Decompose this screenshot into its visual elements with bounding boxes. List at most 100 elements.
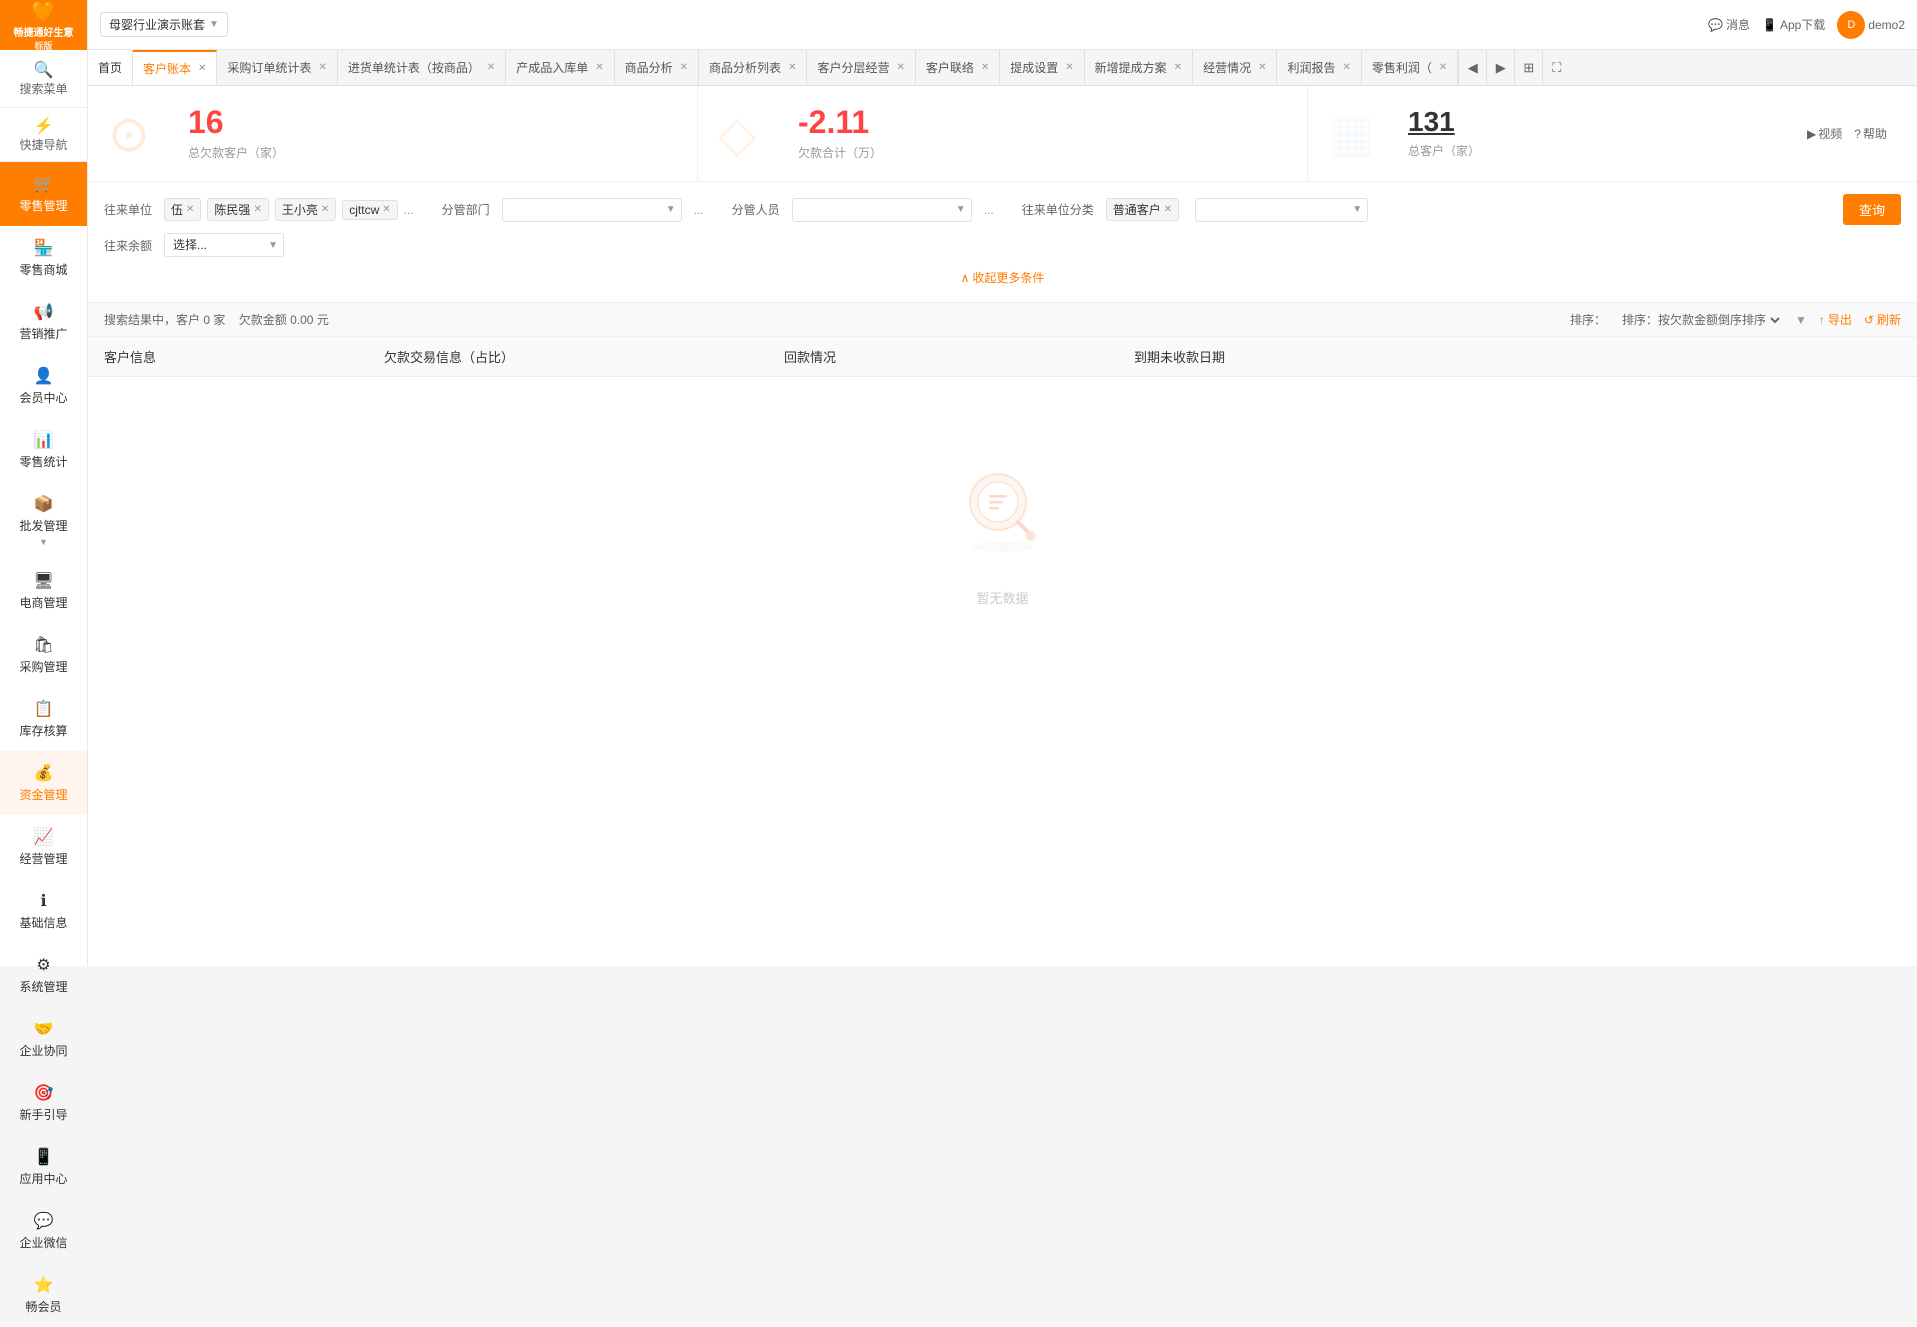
username-label: demo2: [1868, 18, 1905, 32]
tab-promotion-close[interactable]: ✕: [1065, 62, 1073, 73]
sidebar-logo[interactable]: 🧡 畅捷通好生意 标版: [0, 0, 87, 50]
stat-bg-circle-3: ▦: [1328, 105, 1375, 163]
marketing-icon: 📢: [34, 302, 54, 322]
sidebar-item-quick-nav[interactable]: ⚡ 快捷导航: [0, 108, 87, 162]
sidebar-item-basic-info[interactable]: ℹ 基础信息: [0, 879, 87, 943]
stat-total-customers: ▦ 131 总客户（家） ▶ 视频 ? 帮助: [1308, 86, 1917, 181]
tab-home[interactable]: 首页: [88, 50, 133, 86]
dept-input[interactable]: [502, 198, 682, 222]
person-more-btn[interactable]: ...: [984, 203, 994, 217]
unit-tag-wang-remove[interactable]: ✕: [321, 204, 329, 215]
export-icon: ↑: [1819, 313, 1825, 327]
user-avatar-btn[interactable]: D demo2: [1837, 11, 1905, 39]
tab-goods-analysis-close[interactable]: ✕: [680, 62, 688, 73]
sidebar-item-purchase[interactable]: 🛍 采购管理: [0, 623, 87, 687]
sidebar-item-new-user[interactable]: 🎯 新手引导: [0, 1071, 87, 1135]
unit-tag-wu-remove[interactable]: ✕: [186, 204, 194, 215]
tab-profit-close[interactable]: ✕: [1343, 62, 1351, 73]
sidebar-item-enterprise-wechat[interactable]: 💬 企业微信: [0, 1199, 87, 1263]
tab-scroll-left[interactable]: ◀: [1458, 50, 1486, 86]
sidebar-item-app-center[interactable]: 📱 应用中心: [0, 1135, 87, 1199]
tab-goods-list-label: 商品分析列表: [709, 59, 781, 76]
dept-select-wrap: ▼: [502, 198, 682, 222]
search-result-text: 搜索结果中，客户 0 家 欠款金额 0.00 元: [104, 311, 329, 328]
tab-customer-contact[interactable]: 客户联络 ✕: [916, 50, 1000, 86]
app-download-btn[interactable]: 📱 App下载: [1762, 16, 1825, 33]
tab-scroll-right[interactable]: ▶: [1486, 50, 1514, 86]
tab-business-close[interactable]: ✕: [1258, 62, 1266, 73]
unit-type-tag-remove[interactable]: ✕: [1164, 204, 1172, 215]
refresh-btn[interactable]: ↺ 刷新: [1864, 311, 1901, 328]
system-icon: ⚙: [36, 955, 50, 975]
dept-filter-label: 分管部门: [442, 201, 490, 218]
person-input[interactable]: [792, 198, 972, 222]
tab-goods-analysis-list[interactable]: 商品分析列表 ✕: [699, 50, 807, 86]
unit-tag-wu: 伍 ✕: [164, 198, 201, 221]
sidebar-item-retail-stats[interactable]: 📊 零售统计: [0, 418, 87, 482]
dept-more-btn[interactable]: ...: [694, 203, 704, 217]
tab-produce-inbound[interactable]: 产成品入库单 ✕: [506, 50, 614, 86]
collapse-btn[interactable]: ∧ 收起更多条件: [949, 265, 1057, 290]
message-btn[interactable]: 💬 消息: [1708, 16, 1750, 33]
video-btn[interactable]: ▶ 视频: [1807, 125, 1842, 142]
unit-filter-tags: 伍 ✕ 陈民强 ✕ 王小亮 ✕ cjttcw ✕ ...: [164, 198, 414, 221]
sidebar-item-marketing[interactable]: 📢 营销推广: [0, 290, 87, 354]
tab-new-promotion[interactable]: 新增提成方案 ✕: [1085, 50, 1193, 86]
sidebar-item-operations[interactable]: 📈 经营管理: [0, 815, 87, 879]
tab-expand[interactable]: ⊞: [1514, 50, 1542, 86]
result-bar: 搜索结果中，客户 0 家 欠款金额 0.00 元 排序： 排序：按欠款金额倒序排…: [88, 303, 1917, 337]
tab-customer-contact-close[interactable]: ✕: [981, 62, 989, 73]
tab-purchase-order[interactable]: 采购订单统计表 ✕: [217, 50, 337, 86]
sort-arrow: ▼: [1795, 313, 1807, 327]
unit-type-input[interactable]: [1195, 198, 1368, 222]
account-selector[interactable]: 母婴行业演示账套 ▼: [100, 12, 228, 37]
avatar: D: [1837, 11, 1865, 39]
tab-purchase-close[interactable]: ✕: [318, 62, 326, 73]
unit-tag-chen-remove[interactable]: ✕: [253, 204, 261, 215]
tab-fullscreen[interactable]: ⛶: [1542, 50, 1570, 86]
tab-promotion-settings[interactable]: 提成设置 ✕: [1000, 50, 1084, 86]
unit-tags-more[interactable]: ...: [404, 203, 414, 217]
tab-business-status[interactable]: 经营情况 ✕: [1193, 50, 1277, 86]
enterprise-coop-icon: 🤝: [34, 1019, 54, 1039]
stat-debt-customers: ⊙ 16 总欠款客户（家）: [88, 86, 698, 181]
tab-goods-analysis[interactable]: 商品分析 ✕: [615, 50, 699, 86]
tab-goods-list-close[interactable]: ✕: [788, 62, 796, 73]
empty-label: 暂无数据: [976, 588, 1028, 607]
sidebar-item-ecommerce[interactable]: 🖥 电商管理: [0, 559, 87, 623]
export-btn[interactable]: ↑ 导出: [1819, 311, 1852, 328]
topbar-right: 💬 消息 📱 App下载 D demo2: [1708, 11, 1905, 39]
sidebar-item-finance[interactable]: 💰 资金管理: [0, 751, 87, 815]
purchase-icon: 🛍: [33, 635, 53, 655]
col-customer-info: 客户信息: [104, 347, 384, 366]
help-btn[interactable]: ? 帮助: [1854, 125, 1887, 142]
sidebar-item-system[interactable]: ⚙ 系统管理: [0, 943, 87, 1007]
sidebar-item-inventory[interactable]: 📋 库存核算: [0, 687, 87, 751]
query-button[interactable]: 查询: [1843, 194, 1901, 225]
tab-accounts-receivable[interactable]: 客户账本 ✕: [133, 50, 217, 86]
tab-customer-segment-close[interactable]: ✕: [896, 62, 904, 73]
tab-new-promotion-close[interactable]: ✕: [1174, 62, 1182, 73]
sort-select[interactable]: 排序：按欠款金额倒序排序: [1618, 312, 1783, 328]
tab-profit-report[interactable]: 利润报告 ✕: [1277, 50, 1361, 86]
sidebar-item-enterprise-coop[interactable]: 🤝 企业协同: [0, 1007, 87, 1071]
sidebar-item-retail-mgmt[interactable]: 🛒 零售管理: [0, 162, 87, 226]
tab-retail-profit[interactable]: 零售利润（ ✕: [1362, 50, 1458, 86]
tab-customer-segment[interactable]: 客户分层经营 ✕: [807, 50, 915, 86]
sidebar-item-vip[interactable]: ⭐ 畅会员: [0, 1263, 87, 1327]
tab-inbound-close[interactable]: ✕: [487, 62, 495, 73]
sidebar-item-wholesale-mgmt[interactable]: 📦 批发管理 ▼: [0, 482, 87, 559]
result-bar-left: 搜索结果中，客户 0 家 欠款金额 0.00 元: [104, 311, 329, 328]
unit-filter-label: 往来单位: [104, 201, 152, 218]
tab-accounts-receivable-close[interactable]: ✕: [198, 63, 206, 74]
sidebar-item-retail-mall[interactable]: 🏪 零售商城: [0, 226, 87, 290]
remainder-select[interactable]: 选择...: [164, 233, 284, 257]
tab-retail-profit-close[interactable]: ✕: [1439, 62, 1447, 73]
unit-tag-cjttcw-remove[interactable]: ✕: [382, 204, 390, 215]
stats-row: ⊙ 16 总欠款客户（家） ◇ -2.11 欠款合计（万） ▦ 131 总客户（…: [88, 86, 1917, 182]
sidebar-item-search[interactable]: 🔍 搜索菜单: [0, 50, 87, 108]
tab-inbound-stats[interactable]: 进货单统计表（按商品） ✕: [338, 50, 506, 86]
sidebar-item-member-center[interactable]: 👤 会员中心: [0, 354, 87, 418]
tab-produce-close[interactable]: ✕: [595, 62, 603, 73]
remainder-label: 往来余额: [104, 237, 152, 254]
